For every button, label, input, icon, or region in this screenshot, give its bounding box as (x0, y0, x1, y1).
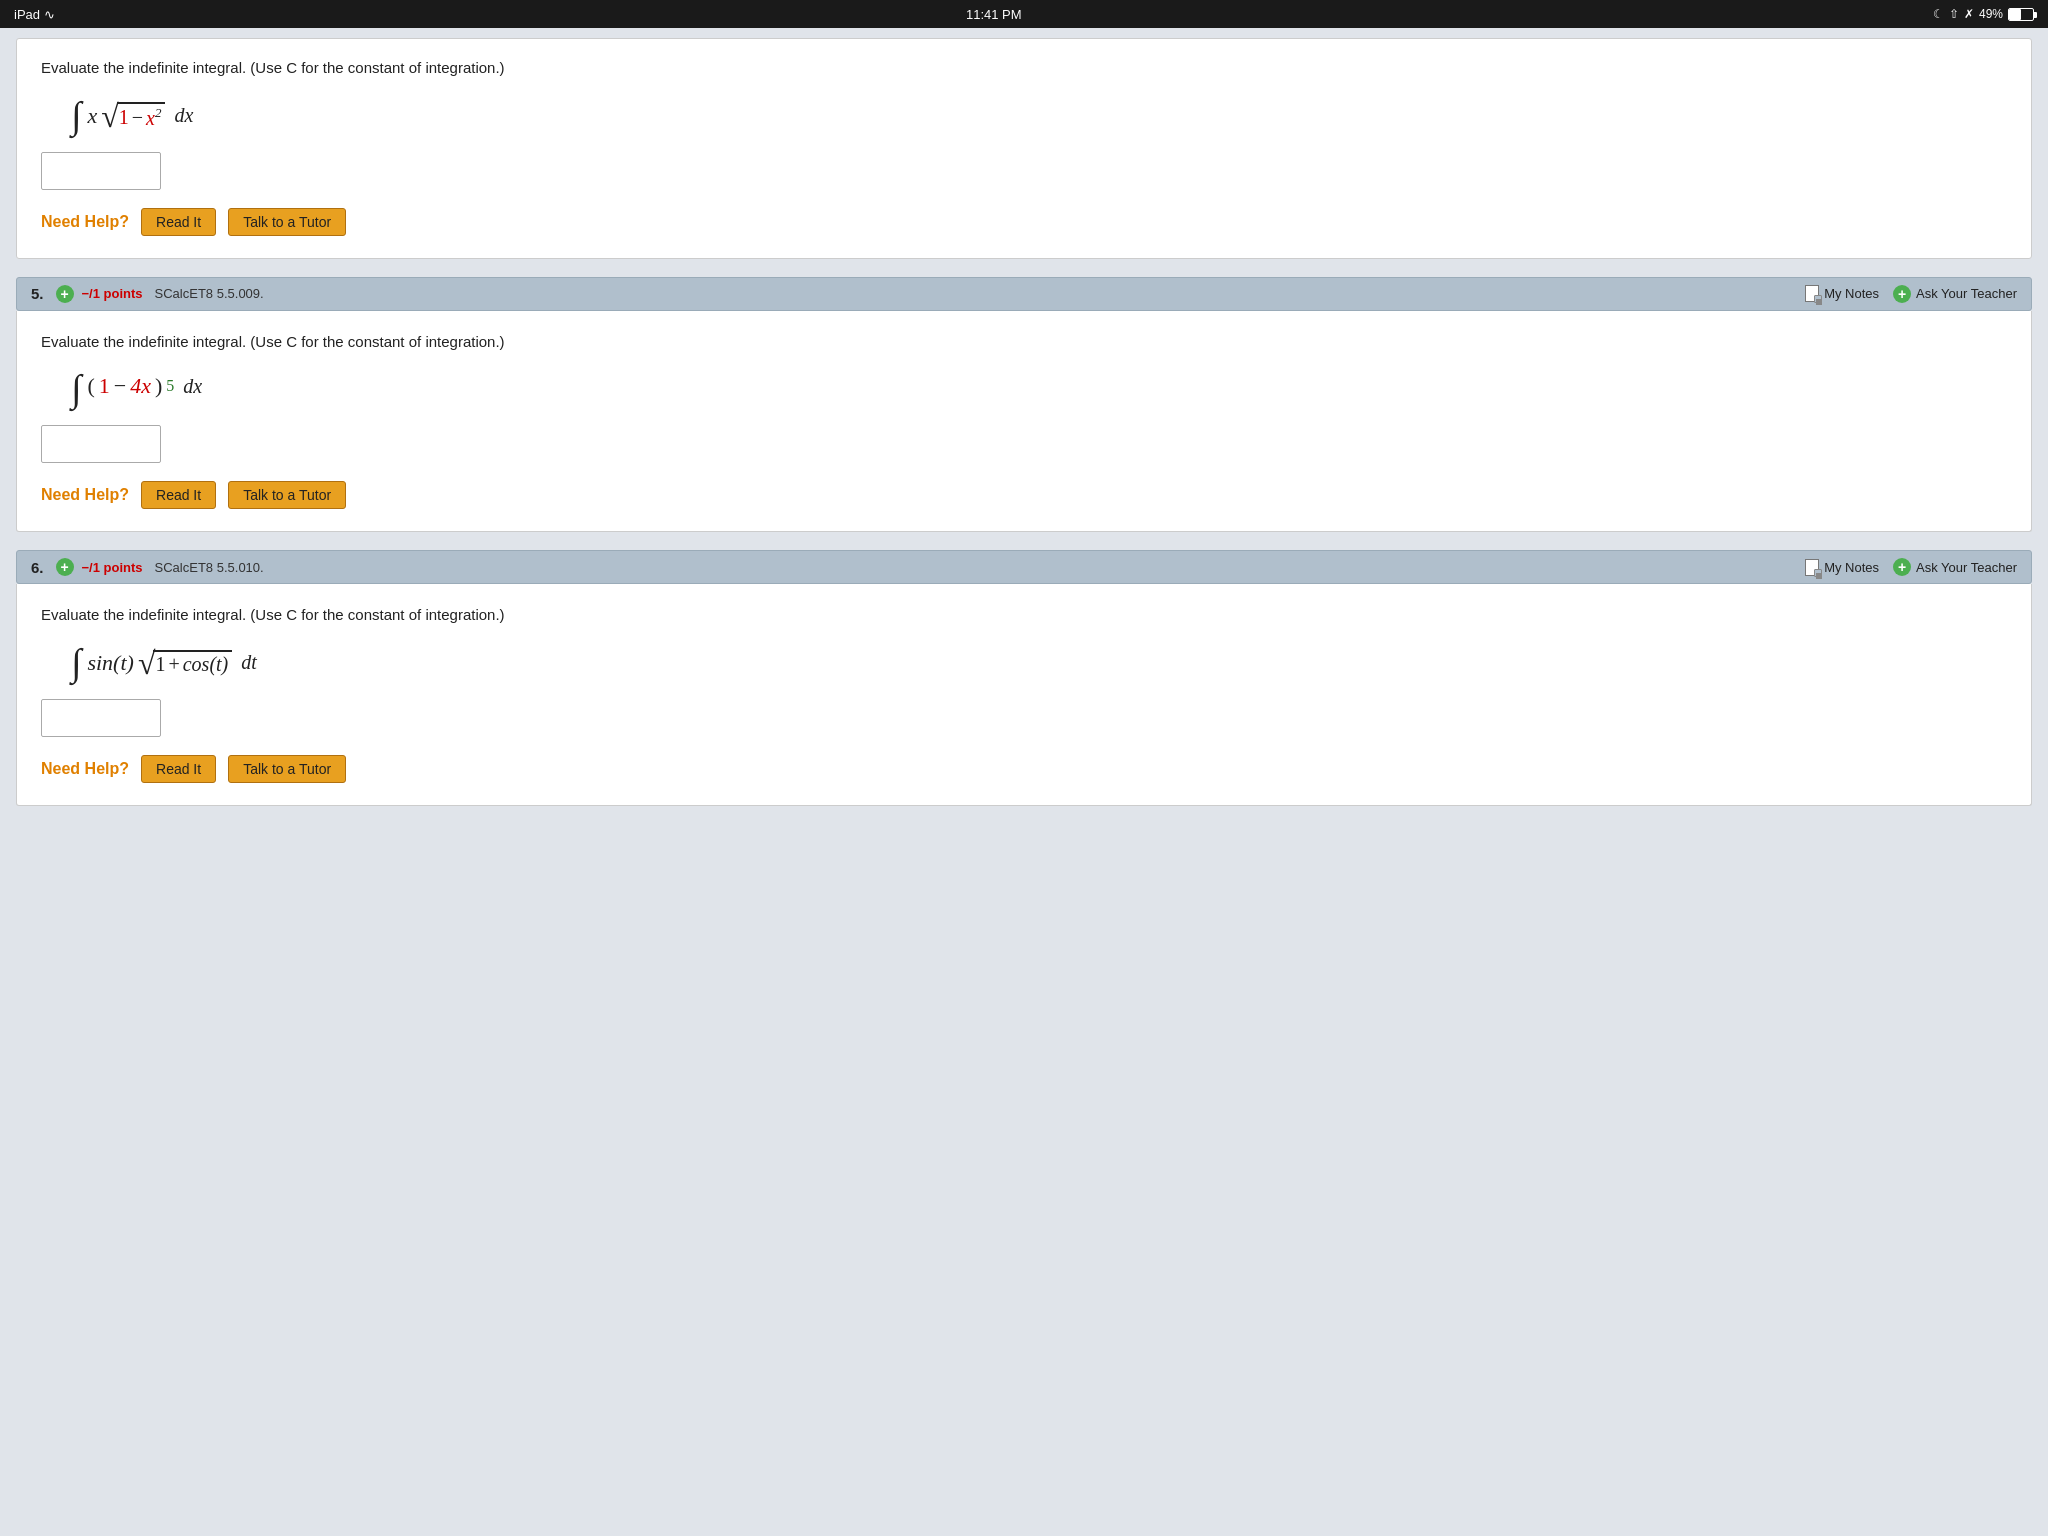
status-ipad: iPad ∿ (14, 7, 55, 22)
question5-talk-tutor-button[interactable]: Talk to a Tutor (228, 481, 346, 509)
question5-points: −/1 points (82, 286, 143, 301)
q6-sin: sin(t) (87, 650, 133, 676)
question6-header-right: My Notes + Ask Your Teacher (1805, 558, 2017, 576)
partial-read-it-button[interactable]: Read It (141, 208, 216, 236)
question5-formula: ∫ ( 1 − 4x ) 5 dx (71, 369, 2007, 407)
page-content: Evaluate the indefinite integral. (Use C… (0, 28, 2048, 1536)
q6-math-content: sin(t) √ 1 + cos(t) dt (87, 647, 256, 679)
question5-need-help-label: Need Help? (41, 486, 129, 504)
question5-plus-icon[interactable]: + (56, 285, 74, 303)
sqrt-expression: √ 1 − x2 (101, 100, 165, 132)
partial-formula: ∫ x √ 1 − x2 dx (71, 96, 2007, 134)
math-content: x √ 1 − x2 dx (87, 100, 193, 132)
moon-icon: ☾ (1933, 7, 1944, 21)
q5-close-paren: ) (155, 373, 162, 399)
question6-need-help-row: Need Help? Read It Talk to a Tutor (41, 755, 2007, 783)
question6-formula: ∫ sin(t) √ 1 + cos(t) dt (71, 643, 2007, 681)
question5-my-notes-label: My Notes (1824, 286, 1879, 301)
partial-need-help-label: Need Help? (41, 213, 129, 231)
variable-x: x (87, 103, 97, 129)
question6-ask-teacher-plus-icon: + (1893, 558, 1911, 576)
question5-ask-teacher-plus-icon: + (1893, 285, 1911, 303)
question6-header-left: 6. + −/1 points SCalcET8 5.5.010. (31, 558, 264, 576)
battery-icon (2008, 8, 2034, 21)
question6-text: Evaluate the indefinite integral. (Use C… (41, 604, 2007, 627)
question6-my-notes-label: My Notes (1824, 560, 1879, 575)
question6-number: 6. (31, 559, 44, 576)
question6-problem-id: SCalcET8 5.5.010. (155, 560, 264, 575)
status-time: 11:41 PM (966, 7, 1022, 22)
question5-number: 5. (31, 285, 44, 302)
question6-plus-icon[interactable]: + (56, 558, 74, 576)
question5-header-left: 5. + −/1 points SCalcET8 5.5.009. (31, 285, 264, 303)
status-right: ☾ ⇧ ✗ 49% (1933, 7, 2034, 21)
question5-ask-teacher-button[interactable]: + Ask Your Teacher (1893, 285, 2017, 303)
question5-container: 5. + −/1 points SCalcET8 5.5.009. My Not… (16, 277, 2032, 533)
partial-answer-input[interactable] (41, 152, 161, 190)
question6-container: 6. + −/1 points SCalcET8 5.5.010. My Not… (16, 550, 2032, 806)
status-bar: iPad ∿ 11:41 PM ☾ ⇧ ✗ 49% (0, 0, 2048, 28)
integral-sign: ∫ (71, 96, 81, 134)
q6-cost: cos(t) (183, 653, 229, 676)
partial-question-card: Evaluate the indefinite integral. (Use C… (16, 38, 2032, 259)
q5-open-paren: ( (87, 373, 94, 399)
partial-talk-tutor-button[interactable]: Talk to a Tutor (228, 208, 346, 236)
question6-header: 6. + −/1 points SCalcET8 5.5.010. My Not… (16, 550, 2032, 584)
question6-ask-teacher-button[interactable]: + Ask Your Teacher (1893, 558, 2017, 576)
question6-points: −/1 points (82, 560, 143, 575)
q6-one: 1 (155, 653, 165, 676)
partial-question-text: Evaluate the indefinite integral. (Use C… (41, 57, 2007, 80)
question6-need-help-label: Need Help? (41, 760, 129, 778)
number-one: 1 (119, 106, 129, 129)
question5-text: Evaluate the indefinite integral. (Use C… (41, 331, 2007, 354)
battery-text: 49% (1979, 7, 2003, 21)
question5-ask-teacher-label: Ask Your Teacher (1916, 286, 2017, 301)
question5-read-it-button[interactable]: Read It (141, 481, 216, 509)
question6-talk-tutor-button[interactable]: Talk to a Tutor (228, 755, 346, 783)
q5-minus: − (114, 373, 126, 399)
q5-4x: 4x (130, 373, 151, 399)
question5-answer-input[interactable] (41, 425, 161, 463)
q5-dx: dx (183, 375, 202, 398)
radical-content: 1 − x2 (117, 102, 166, 130)
dx: dx (174, 104, 193, 127)
q5-one: 1 (99, 373, 110, 399)
question6-ask-teacher-label: Ask Your Teacher (1916, 560, 2017, 575)
bluetooth-icon: ✗ (1964, 7, 1974, 21)
question5-header-right: My Notes + Ask Your Teacher (1805, 285, 2017, 303)
location-icon: ⇧ (1949, 7, 1959, 21)
q6-dt: dt (241, 651, 257, 674)
question6-body: Evaluate the indefinite integral. (Use C… (16, 584, 2032, 806)
question5-body: Evaluate the indefinite integral. (Use C… (16, 311, 2032, 533)
question6-answer-input[interactable] (41, 699, 161, 737)
question5-header: 5. + −/1 points SCalcET8 5.5.009. My Not… (16, 277, 2032, 311)
q6-plus: + (168, 653, 179, 676)
q6-notes-icon (1805, 559, 1819, 576)
partial-need-help-row: Need Help? Read It Talk to a Tutor (41, 208, 2007, 236)
question5-my-notes-button[interactable]: My Notes (1805, 285, 1879, 302)
q5-integral-sign: ∫ (71, 369, 81, 407)
question5-problem-id: SCalcET8 5.5.009. (155, 286, 264, 301)
x-squared: x2 (146, 105, 161, 130)
q6-radical-content: 1 + cos(t) (153, 650, 232, 676)
q6-integral-sign: ∫ (71, 643, 81, 681)
notes-icon (1805, 285, 1819, 302)
q5-math-content: ( 1 − 4x ) 5 dx (87, 373, 202, 399)
question6-read-it-button[interactable]: Read It (141, 755, 216, 783)
question6-my-notes-button[interactable]: My Notes (1805, 559, 1879, 576)
q6-sqrt-expression: √ 1 + cos(t) (138, 647, 232, 679)
minus-sign: − (132, 106, 143, 129)
question5-need-help-row: Need Help? Read It Talk to a Tutor (41, 481, 2007, 509)
